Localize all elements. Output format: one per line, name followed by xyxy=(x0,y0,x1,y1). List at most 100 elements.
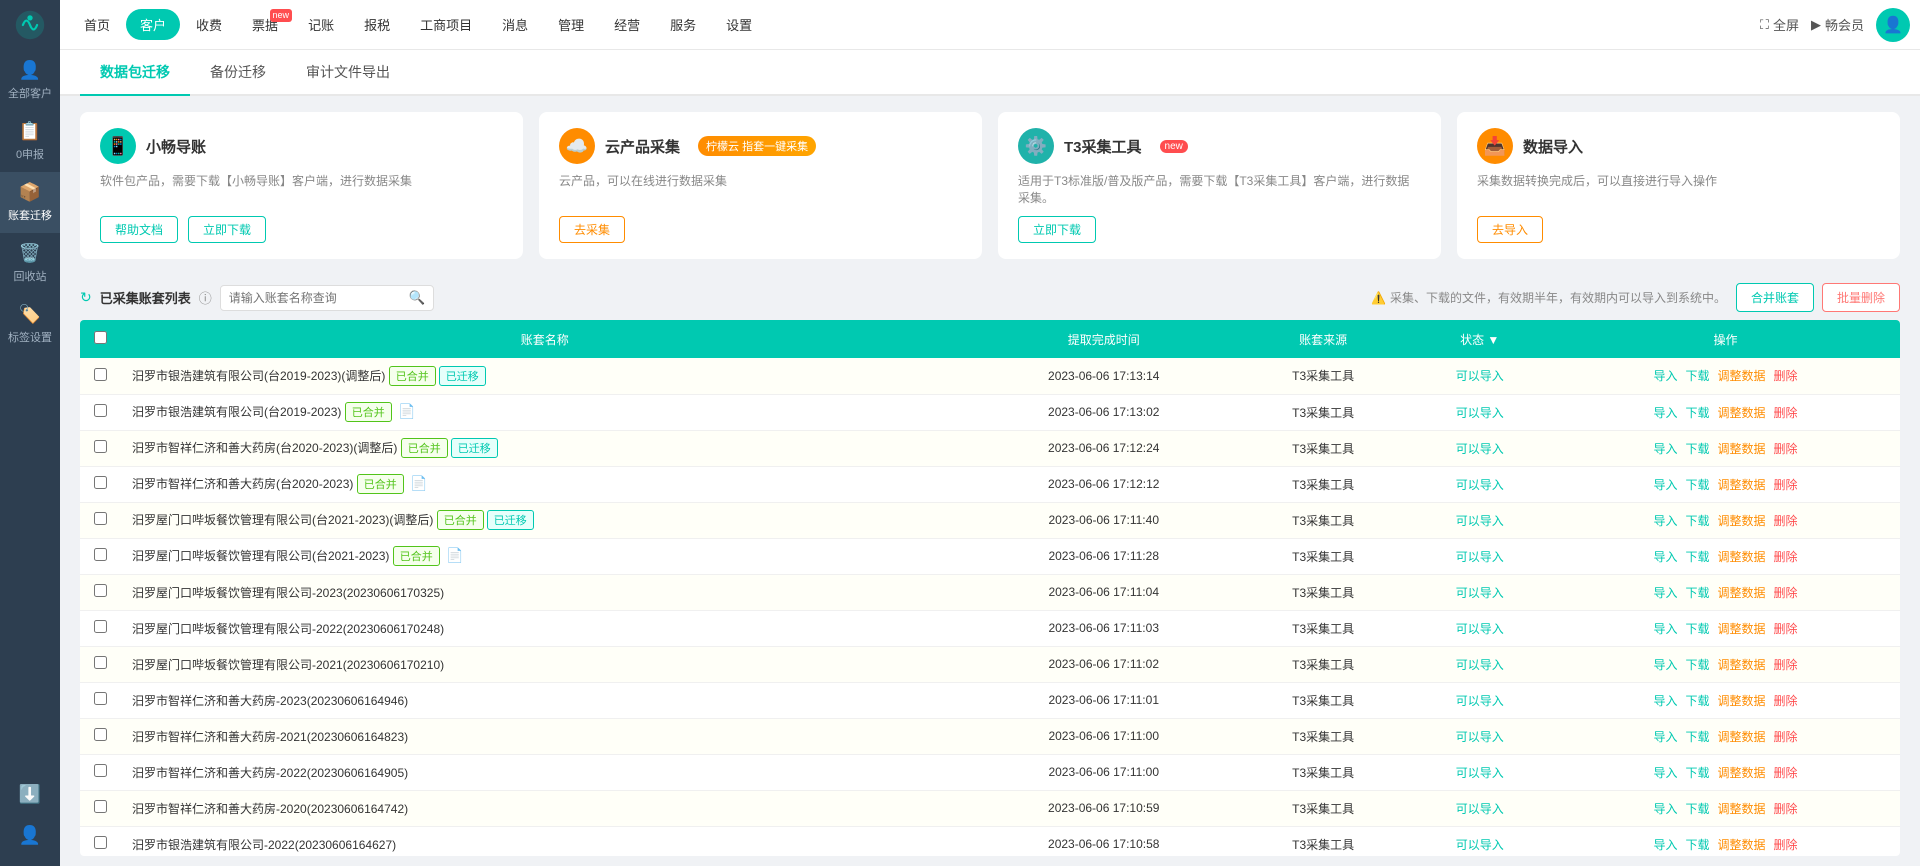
action-删除[interactable]: 删除 xyxy=(1774,838,1798,852)
action-下载[interactable]: 下载 xyxy=(1686,622,1710,636)
action-调整数据[interactable]: 调整数据 xyxy=(1718,838,1766,852)
sidebar-item-tag-settings[interactable]: 🏷️ 标签设置 xyxy=(0,294,60,355)
action-调整数据[interactable]: 调整数据 xyxy=(1718,766,1766,780)
tab-data-migration[interactable]: 数据包迁移 xyxy=(80,50,190,96)
sidebar-item-zero-report[interactable]: 📋 0申报 xyxy=(0,111,60,172)
action-删除[interactable]: 删除 xyxy=(1774,766,1798,780)
action-下载[interactable]: 下载 xyxy=(1686,586,1710,600)
action-导入[interactable]: 导入 xyxy=(1654,802,1678,816)
action-导入[interactable]: 导入 xyxy=(1654,514,1678,528)
action-删除[interactable]: 删除 xyxy=(1774,369,1798,383)
action-调整数据[interactable]: 调整数据 xyxy=(1718,442,1766,456)
action-下载[interactable]: 下载 xyxy=(1686,478,1710,492)
action-调整数据[interactable]: 调整数据 xyxy=(1718,658,1766,672)
nav-item-manage[interactable]: 管理 xyxy=(544,9,598,40)
sidebar-item-account-migration[interactable]: 📦 账套迁移 xyxy=(0,172,60,233)
member-button[interactable]: ▶ 畅会员 xyxy=(1811,15,1864,34)
action-导入[interactable]: 导入 xyxy=(1654,442,1678,456)
row-checkbox[interactable] xyxy=(94,656,107,669)
row-checkbox[interactable] xyxy=(94,584,107,597)
action-删除[interactable]: 删除 xyxy=(1774,442,1798,456)
action-调整数据[interactable]: 调整数据 xyxy=(1718,369,1766,383)
action-调整数据[interactable]: 调整数据 xyxy=(1718,514,1766,528)
action-导入[interactable]: 导入 xyxy=(1654,730,1678,744)
sidebar-item-profile[interactable]: 👤 xyxy=(0,815,60,856)
merge-button[interactable]: 合并账套 xyxy=(1736,283,1814,312)
action-删除[interactable]: 删除 xyxy=(1774,550,1798,564)
sidebar-item-download[interactable]: ⬇️ xyxy=(0,774,60,815)
action-下载[interactable]: 下载 xyxy=(1686,514,1710,528)
row-checkbox[interactable] xyxy=(94,404,107,417)
row-checkbox[interactable] xyxy=(94,440,107,453)
action-下载[interactable]: 下载 xyxy=(1686,694,1710,708)
batch-delete-button[interactable]: 批量删除 xyxy=(1822,283,1900,312)
fullscreen-button[interactable]: ⛶ 全屏 xyxy=(1760,15,1799,34)
go-import-button[interactable]: 去导入 xyxy=(1477,216,1543,243)
row-checkbox[interactable] xyxy=(94,764,107,777)
action-调整数据[interactable]: 调整数据 xyxy=(1718,478,1766,492)
action-导入[interactable]: 导入 xyxy=(1654,766,1678,780)
action-下载[interactable]: 下载 xyxy=(1686,802,1710,816)
row-checkbox[interactable] xyxy=(94,692,107,705)
action-删除[interactable]: 删除 xyxy=(1774,658,1798,672)
action-调整数据[interactable]: 调整数据 xyxy=(1718,622,1766,636)
app-logo[interactable] xyxy=(0,0,60,50)
row-checkbox[interactable] xyxy=(94,548,107,561)
nav-item-operation[interactable]: 经营 xyxy=(600,9,654,40)
action-删除[interactable]: 删除 xyxy=(1774,694,1798,708)
nav-item-invoice[interactable]: 票据 new xyxy=(238,9,292,40)
action-导入[interactable]: 导入 xyxy=(1654,622,1678,636)
nav-item-settings[interactable]: 设置 xyxy=(712,9,766,40)
row-checkbox[interactable] xyxy=(94,836,107,849)
action-下载[interactable]: 下载 xyxy=(1686,369,1710,383)
action-调整数据[interactable]: 调整数据 xyxy=(1718,586,1766,600)
tab-backup-migration[interactable]: 备份迁移 xyxy=(190,50,286,96)
sidebar-item-recycle-bin[interactable]: 🗑️ 回收站 xyxy=(0,233,60,294)
row-checkbox[interactable] xyxy=(94,368,107,381)
action-删除[interactable]: 删除 xyxy=(1774,730,1798,744)
action-导入[interactable]: 导入 xyxy=(1654,658,1678,672)
action-调整数据[interactable]: 调整数据 xyxy=(1718,550,1766,564)
nav-item-service[interactable]: 服务 xyxy=(656,9,710,40)
nav-item-business[interactable]: 工商项目 xyxy=(406,9,486,40)
download-now-button[interactable]: 立即下载 xyxy=(188,216,266,243)
refresh-icon[interactable]: ↻ xyxy=(80,289,92,306)
action-导入[interactable]: 导入 xyxy=(1654,586,1678,600)
action-调整数据[interactable]: 调整数据 xyxy=(1718,694,1766,708)
action-删除[interactable]: 删除 xyxy=(1774,802,1798,816)
search-button[interactable]: 🔍 xyxy=(401,286,434,310)
action-删除[interactable]: 删除 xyxy=(1774,586,1798,600)
action-导入[interactable]: 导入 xyxy=(1654,478,1678,492)
user-avatar[interactable]: 👤 xyxy=(1876,8,1910,42)
nav-item-clients[interactable]: 客户 xyxy=(126,9,180,40)
action-导入[interactable]: 导入 xyxy=(1654,369,1678,383)
action-导入[interactable]: 导入 xyxy=(1654,838,1678,852)
row-checkbox[interactable] xyxy=(94,728,107,741)
action-下载[interactable]: 下载 xyxy=(1686,550,1710,564)
row-checkbox[interactable] xyxy=(94,476,107,489)
search-input[interactable] xyxy=(221,287,401,309)
row-checkbox[interactable] xyxy=(94,512,107,525)
row-checkbox[interactable] xyxy=(94,620,107,633)
action-下载[interactable]: 下载 xyxy=(1686,838,1710,852)
action-下载[interactable]: 下载 xyxy=(1686,406,1710,420)
action-下载[interactable]: 下载 xyxy=(1686,766,1710,780)
action-下载[interactable]: 下载 xyxy=(1686,442,1710,456)
sidebar-item-all-clients[interactable]: 👤 全部客户 xyxy=(0,50,60,111)
action-导入[interactable]: 导入 xyxy=(1654,550,1678,564)
col-status[interactable]: 状态 ▼ xyxy=(1408,320,1551,358)
action-调整数据[interactable]: 调整数据 xyxy=(1718,730,1766,744)
action-下载[interactable]: 下载 xyxy=(1686,730,1710,744)
action-删除[interactable]: 删除 xyxy=(1774,514,1798,528)
action-调整数据[interactable]: 调整数据 xyxy=(1718,406,1766,420)
go-collect-button[interactable]: 去采集 xyxy=(559,216,625,243)
action-删除[interactable]: 删除 xyxy=(1774,406,1798,420)
nav-item-messages[interactable]: 消息 xyxy=(488,9,542,40)
nav-item-billing[interactable]: 收费 xyxy=(182,9,236,40)
action-删除[interactable]: 删除 xyxy=(1774,622,1798,636)
help-doc-button[interactable]: 帮助文档 xyxy=(100,216,178,243)
nav-item-accounting[interactable]: 记账 xyxy=(294,9,348,40)
action-下载[interactable]: 下载 xyxy=(1686,658,1710,672)
action-导入[interactable]: 导入 xyxy=(1654,694,1678,708)
select-all-checkbox[interactable] xyxy=(94,331,107,344)
